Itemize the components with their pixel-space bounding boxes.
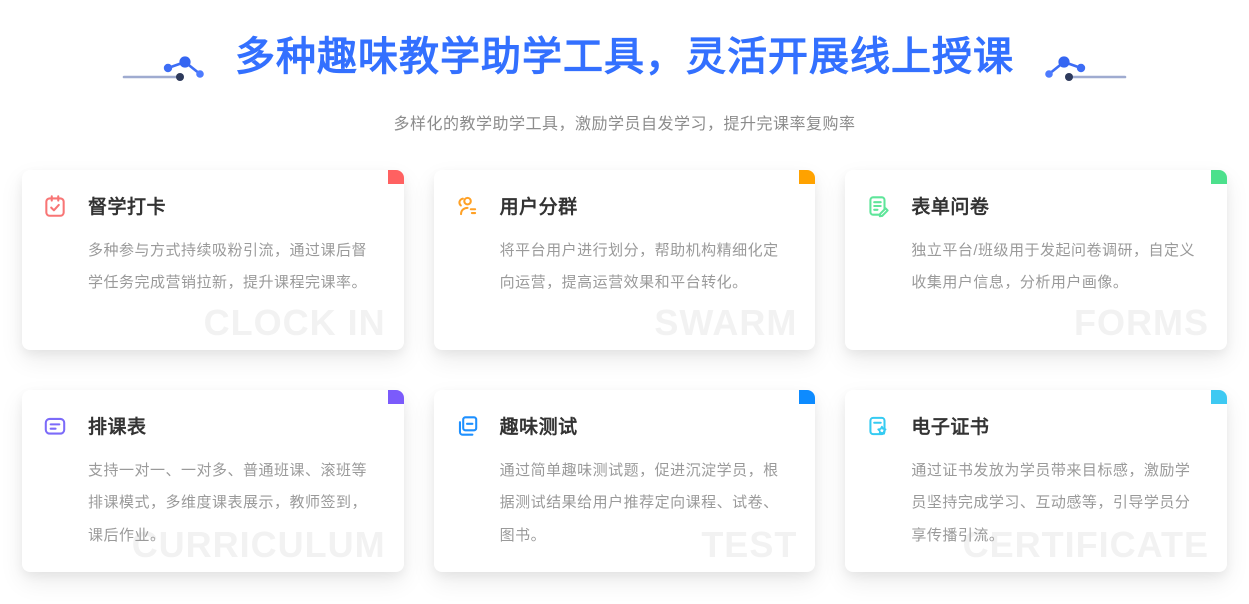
schedule-icon [42,413,68,439]
page-title: 多种趣味教学助学工具，灵活开展线上授课 [235,33,1014,81]
feature-card-curriculum[interactable]: 排课表 支持一对一、一对多、普通班课、滚班等排课模式，多维度课表展示，教师签到，… [22,390,404,572]
card-watermark: CLOCK IN [204,302,386,344]
card-description: 多种参与方式持续吸粉引流，通过课后督学任务完成营销拉新，提升课程完课率。 [42,235,378,300]
line-chart-decoration-right [1042,40,1127,90]
corner-accent [799,170,815,184]
corner-accent [388,170,404,184]
user-group-icon [454,193,480,219]
card-description: 通过证书发放为学员带来目标感，激励学员坚持完成学习、互动感等，引导学员分享传播引… [865,455,1201,552]
form-pencil-icon [865,193,891,219]
feature-card-forms[interactable]: 表单问卷 独立平台/班级用于发起问卷调研，自定义收集用户信息，分析用户画像。 F… [845,170,1227,350]
corner-accent [799,390,815,404]
corner-accent [1211,390,1227,404]
stacked-docs-icon [454,413,480,439]
corner-accent [1211,170,1227,184]
card-description: 将平台用户进行划分，帮助机构精细化定向运营，提高运营效果和平台转化。 [454,235,790,300]
card-title: 电子证书 [911,412,989,439]
card-watermark: SWARM [654,302,797,344]
feature-card-test[interactable]: 趣味测试 通过简单趣味测试题，促进沉淀学员，根据测试结果给用户推荐定向课程、试卷… [434,390,816,572]
line-chart-decoration-left [122,40,207,90]
card-description: 独立平台/班级用于发起问卷调研，自定义收集用户信息，分析用户画像。 [865,235,1201,300]
card-title: 排课表 [88,412,147,439]
feature-card-clock-in[interactable]: 督学打卡 多种参与方式持续吸粉引流，通过课后督学任务完成营销拉新，提升课程完课率… [22,170,404,350]
feature-card-certificate[interactable]: 电子证书 通过证书发放为学员带来目标感，激励学员坚持完成学习、互动感等，引导学员… [845,390,1227,572]
feature-card-swarm[interactable]: 用户分群 将平台用户进行划分，帮助机构精细化定向运营，提高运营效果和平台转化。 … [434,170,816,350]
card-title: 表单问卷 [911,192,989,219]
card-title: 督学打卡 [88,192,166,219]
card-title: 用户分群 [500,192,578,219]
clipboard-check-icon [42,193,68,219]
card-description: 通过简单趣味测试题，促进沉淀学员，根据测试结果给用户推荐定向课程、试卷、图书。 [454,455,790,552]
page-header: 多种趣味教学助学工具，灵活开展线上授课 多样化的教学助学工具，激励学员自发学习，… [0,0,1249,134]
card-watermark: FORMS [1074,302,1209,344]
page-subtitle: 多样化的教学助学工具，激励学员自发学习，提升完课率复购率 [0,110,1249,134]
corner-accent [388,390,404,404]
card-title: 趣味测试 [500,412,578,439]
card-description: 支持一对一、一对多、普通班课、滚班等排课模式，多维度课表展示，教师签到，课后作业… [42,455,378,552]
certificate-star-icon [865,413,891,439]
feature-card-grid: 督学打卡 多种参与方式持续吸粉引流，通过课后督学任务完成营销拉新，提升课程完课率… [22,170,1227,572]
